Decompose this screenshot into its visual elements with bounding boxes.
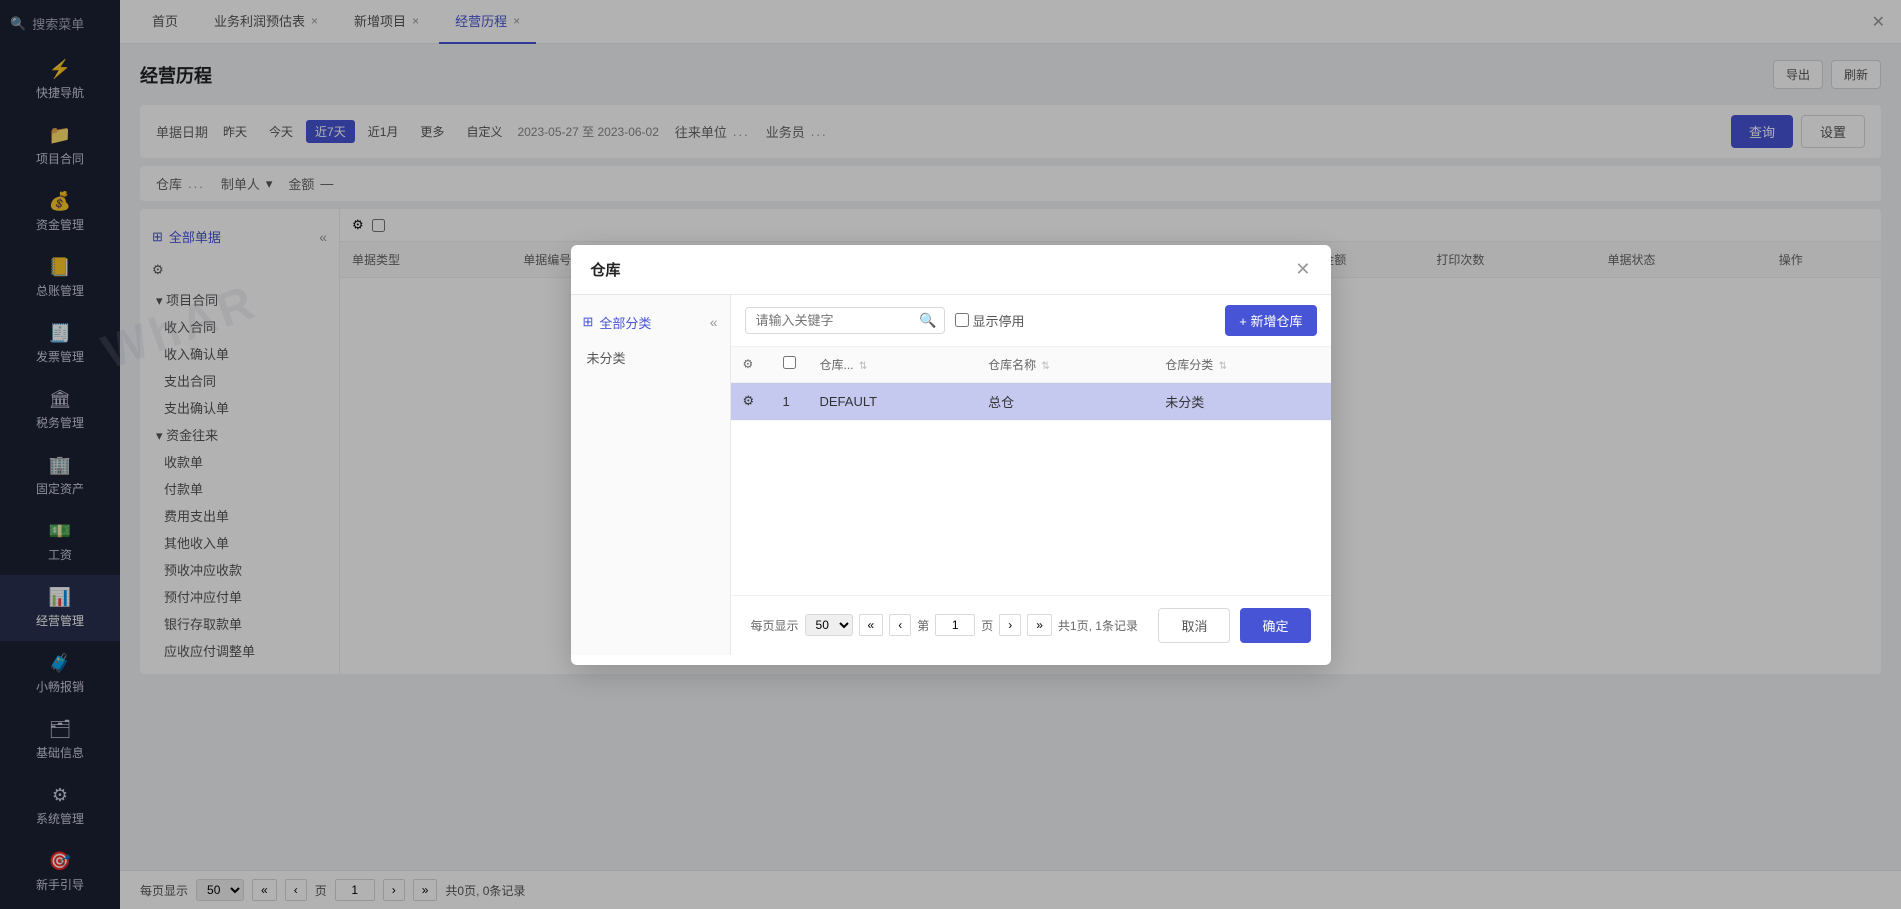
dialog-left-panel: ⊞ 全部分类 « 未分类 bbox=[571, 295, 731, 655]
show-disabled-checkbox[interactable] bbox=[955, 313, 969, 327]
dialog-total-text: 共1页, 1条记录 bbox=[1058, 617, 1138, 634]
warehouse-table: ⚙ 仓库... ⇅ 仓库名称 ⇅ 仓库分类 ⇅ ⚙ 1 DEFAULT 总仓 bbox=[731, 347, 1331, 421]
dialog-search-icon: 🔍 bbox=[919, 312, 936, 329]
dialog-left-list: 未分类 bbox=[571, 340, 730, 375]
dialog-search-input[interactable] bbox=[745, 307, 945, 334]
warehouse-table-header: ⚙ 仓库... ⇅ 仓库名称 ⇅ 仓库分类 ⇅ bbox=[731, 347, 1331, 383]
dialog-prev-btn[interactable]: ‹ bbox=[889, 614, 911, 636]
wh-select-all[interactable] bbox=[783, 356, 796, 369]
cancel-button[interactable]: 取消 bbox=[1158, 608, 1230, 643]
row-code: DEFAULT bbox=[808, 382, 977, 420]
show-disabled-label[interactable]: 显示停用 bbox=[955, 311, 1025, 330]
collapse-left-icon[interactable]: « bbox=[710, 314, 718, 330]
dialog-left-item-uncategorized[interactable]: 未分类 bbox=[571, 340, 730, 375]
dialog-page-input[interactable] bbox=[935, 614, 975, 636]
dialog-toolbar: 🔍 显示停用 + 新增仓库 bbox=[731, 295, 1331, 347]
col-check-th bbox=[771, 347, 808, 383]
warehouse-row[interactable]: ⚙ 1 DEFAULT 总仓 未分类 bbox=[731, 382, 1331, 420]
dialog-body: ⊞ 全部分类 « 未分类 🔍 显示停用 + 新增仓库 bbox=[571, 295, 1331, 655]
grid-icon-dialog: ⊞ bbox=[583, 314, 594, 330]
dialog-all-category-label[interactable]: 全部分类 bbox=[599, 313, 651, 332]
dialog-left-header: ⊞ 全部分类 « bbox=[571, 305, 730, 340]
col-gear-th: ⚙ bbox=[731, 347, 771, 383]
dialog-title: 仓库 bbox=[591, 259, 621, 280]
dialog-page-label: 第 bbox=[917, 617, 929, 634]
row-no: 1 bbox=[771, 382, 808, 420]
dialog-right-panel: 🔍 显示停用 + 新增仓库 ⚙ 仓库... ⇅ 仓库名称 ⇅ bbox=[731, 295, 1331, 655]
dialog-pagination: 每页显示 50 « ‹ 第 页 › » 共1页, 1条记录 bbox=[751, 614, 1138, 636]
row-gear: ⚙ bbox=[731, 382, 771, 420]
dialog-next-btn[interactable]: › bbox=[999, 614, 1021, 636]
col-code-th: 仓库... ⇅ bbox=[808, 347, 977, 383]
show-disabled-text: 显示停用 bbox=[973, 311, 1025, 330]
confirm-button[interactable]: 确定 bbox=[1240, 608, 1310, 643]
dialog-per-page-select[interactable]: 50 bbox=[805, 614, 853, 636]
row-name: 总仓 bbox=[976, 382, 1153, 420]
dialog-page-suffix: 页 bbox=[981, 617, 993, 634]
dialog-header: 仓库 ✕ bbox=[571, 245, 1331, 295]
dialog-footer: 每页显示 50 « ‹ 第 页 › » 共1页, 1条记录 取消 确定 bbox=[731, 595, 1331, 655]
col-name-th: 仓库名称 ⇅ bbox=[976, 347, 1153, 383]
dialog-table-wrap: ⚙ 仓库... ⇅ 仓库名称 ⇅ 仓库分类 ⇅ ⚙ 1 DEFAULT 总仓 bbox=[731, 347, 1331, 595]
warehouse-dialog: 仓库 ✕ ⊞ 全部分类 « 未分类 🔍 显示停用 bbox=[571, 245, 1331, 665]
dialog-per-page-label: 每页显示 bbox=[751, 617, 799, 634]
add-warehouse-btn[interactable]: + 新增仓库 bbox=[1225, 305, 1316, 336]
dialog-first-btn[interactable]: « bbox=[859, 614, 884, 636]
dialog-close-btn[interactable]: ✕ bbox=[1295, 259, 1310, 280]
dialog-search-wrap: 🔍 bbox=[745, 307, 945, 334]
dialog-action-buttons: 取消 确定 bbox=[1158, 608, 1310, 643]
col-category-th: 仓库分类 ⇅ bbox=[1153, 347, 1330, 383]
row-category: 未分类 bbox=[1153, 382, 1330, 420]
dialog-last-btn[interactable]: » bbox=[1027, 614, 1052, 636]
